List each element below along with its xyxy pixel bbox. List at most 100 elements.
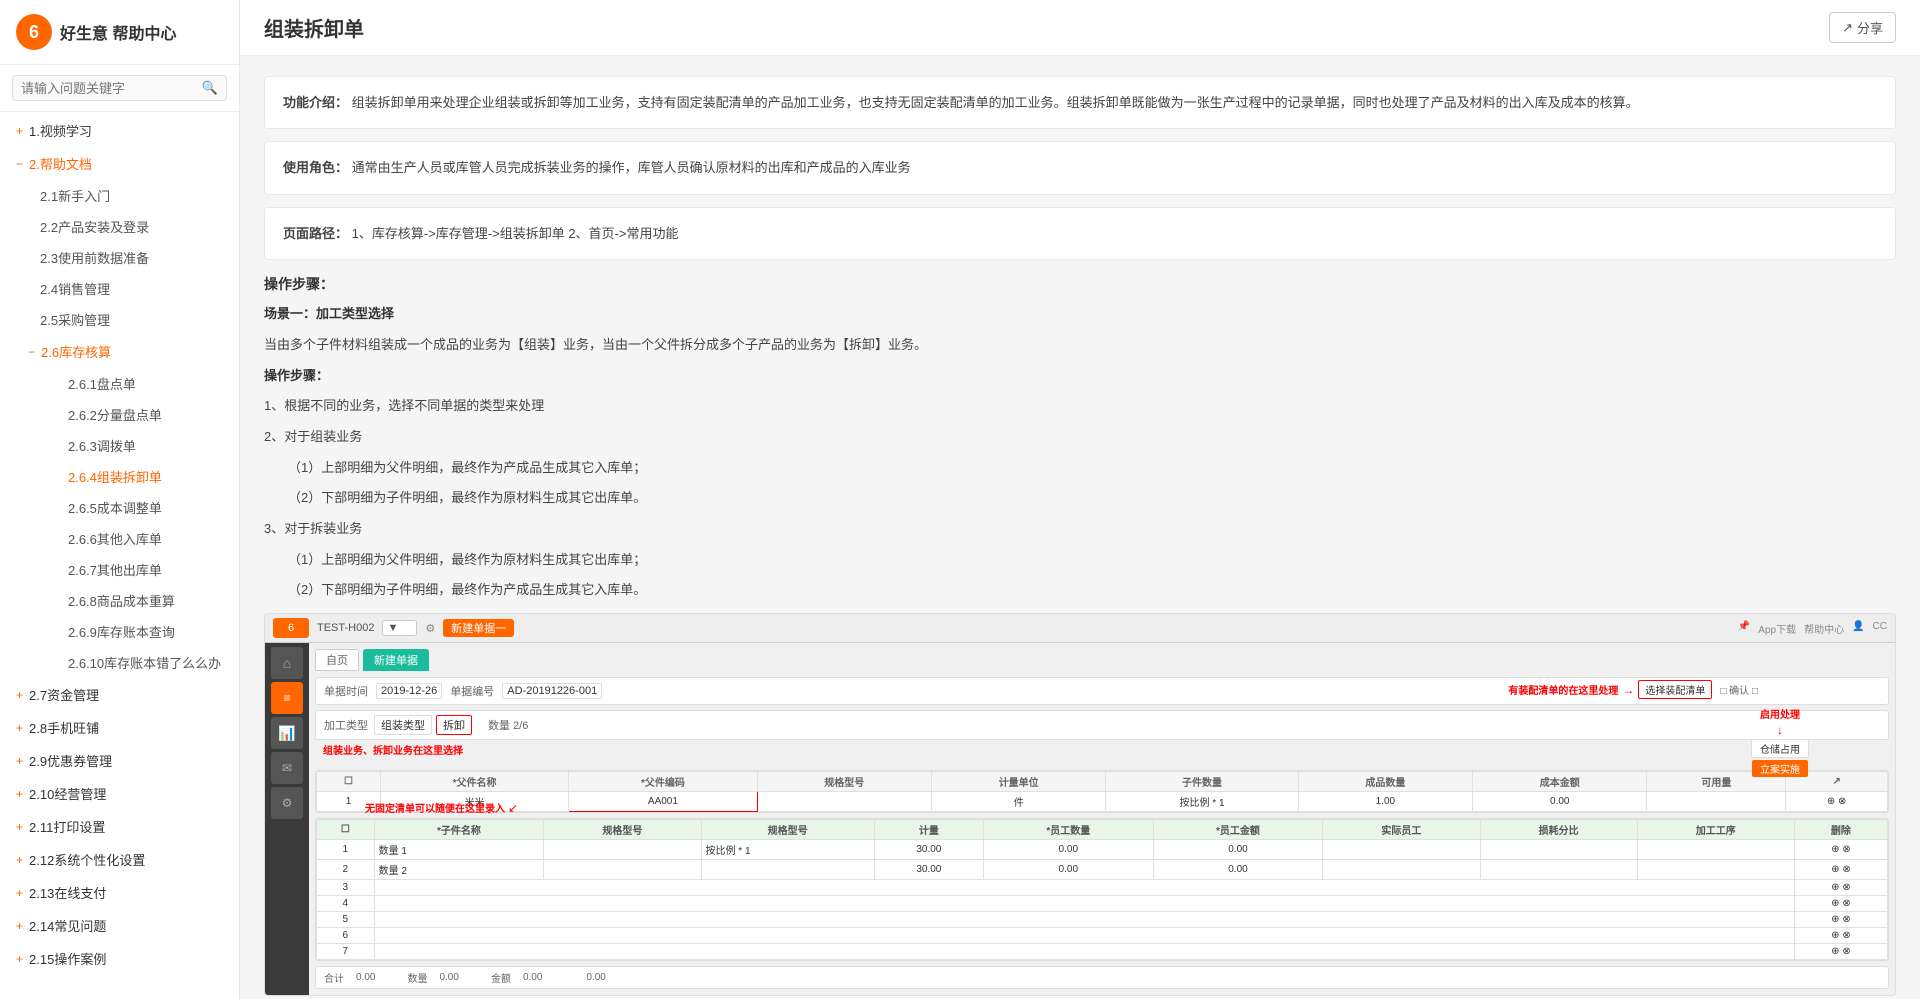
table-row: 7 ⊕ ⊗ bbox=[317, 944, 1888, 960]
sidebar-item-inventory-query[interactable]: 2.6.9库存账本查询 bbox=[56, 616, 239, 647]
collapse-icon: − bbox=[28, 345, 35, 359]
mock-td2b-amount: 0.00 bbox=[1153, 860, 1323, 880]
screenshot-mockup: 6 TEST-H002 ▼ ⚙ 新建单据一 📌 App下载 帮助中心 👤 CC bbox=[264, 613, 1896, 996]
expand-icon: + bbox=[16, 853, 23, 867]
sidebar-item-mobile[interactable]: + 2.8手机旺铺 bbox=[0, 711, 239, 744]
sidebar-item-sales[interactable]: 2.4销售管理 bbox=[28, 273, 239, 304]
sidebar-item-other-in[interactable]: 2.6.6其他入库单 bbox=[56, 523, 239, 554]
mock-sidebar-icon-chart: 📊 bbox=[271, 717, 303, 749]
mock-th2-process: 加工工序 bbox=[1637, 820, 1794, 840]
mock-table2-container: ☐ *子件名称 规格型号 规格型号 计量 *员工数量 *员工金额 bbox=[315, 818, 1889, 961]
mock-annotation-type-text: 组装业务、拆卸业务在这里选择 bbox=[323, 742, 463, 757]
mock-td2f-del[interactable]: ⊕ ⊗ bbox=[1794, 928, 1887, 944]
mock-total-val: 0.00 bbox=[356, 972, 375, 983]
mock-qty-label2: 数量 bbox=[407, 970, 427, 985]
sidebar-item-label: 2.9优惠券管理 bbox=[29, 751, 112, 770]
step3-sub1: （1）上部明细为父件明细，最终作为原材料生成其它出库单； bbox=[288, 548, 1896, 573]
mock-td2e-del[interactable]: ⊕ ⊗ bbox=[1794, 912, 1887, 928]
step2: 2、对于组装业务 bbox=[264, 425, 1896, 450]
mock-user-cc: CC bbox=[1873, 621, 1887, 636]
search-input-wrap[interactable]: 🔍 bbox=[12, 75, 227, 101]
mock-th2-amount: *员工金额 bbox=[1153, 820, 1323, 840]
sidebar-item-online-pay[interactable]: + 2.13在线支付 bbox=[0, 876, 239, 909]
intro-text: 组装拆卸单用来处理企业组装或拆卸等加工业务，支持有固定装配清单的产品加工业务，也… bbox=[352, 95, 1639, 110]
mock-td2b-del[interactable]: ⊕ ⊗ bbox=[1794, 860, 1887, 880]
mock-user-icon: 👤 bbox=[1852, 621, 1864, 636]
mock-td-finish-qty: 1.00 bbox=[1298, 792, 1472, 812]
mock-qty-val: 0.00 bbox=[439, 972, 458, 983]
mock-type-input1[interactable]: 组装类型 bbox=[374, 715, 432, 735]
sidebar-item-new-user[interactable]: 2.1新手入门 bbox=[28, 180, 239, 211]
sidebar-item-other-out[interactable]: 2.6.7其他出库单 bbox=[56, 554, 239, 585]
sidebar-item-video[interactable]: + 1.视频学习 bbox=[0, 114, 239, 147]
mock-td2g-del[interactable]: ⊕ ⊗ bbox=[1794, 944, 1887, 960]
mock-td-actions: ⊕ ⊗ bbox=[1786, 792, 1888, 812]
sidebar-item-assembly[interactable]: 2.6.4组装拆卸单 bbox=[56, 461, 239, 492]
mock-td2e-empty bbox=[374, 912, 1794, 928]
mock-td2b-actual bbox=[1323, 860, 1480, 880]
expand-icon: + bbox=[16, 820, 23, 834]
sidebar-item-stocktake[interactable]: 2.6.1盘点单 bbox=[56, 368, 239, 399]
mock-td2-spec1 bbox=[544, 840, 701, 860]
sidebar-item-cases[interactable]: + 2.15操作案例 bbox=[0, 942, 239, 975]
mock-tab-new[interactable]: 新建单据 bbox=[363, 649, 429, 671]
sidebar-item-partial-stocktake[interactable]: 2.6.2分量盘点单 bbox=[56, 399, 239, 430]
share-button[interactable]: ↗ 分享 bbox=[1829, 12, 1896, 43]
mock-type-input-selected[interactable]: 拆卸 bbox=[436, 715, 472, 735]
table-row: 5 ⊕ ⊗ bbox=[317, 912, 1888, 928]
sidebar-item-inventory[interactable]: − 2.6库存核算 bbox=[28, 335, 239, 368]
sidebar-item-finance[interactable]: + 2.7资金管理 bbox=[0, 678, 239, 711]
mock-th-cost: 成本金额 bbox=[1473, 772, 1647, 792]
mock-settings-icon: ⚙ bbox=[425, 622, 435, 635]
mock-sidebar: ⌂ ≡ 📊 ✉ ⚙ bbox=[265, 643, 309, 995]
mock-td2c-empty bbox=[374, 880, 1794, 896]
sidebar-item-purchase[interactable]: 2.5采购管理 bbox=[28, 304, 239, 335]
expand-icon: + bbox=[16, 688, 23, 702]
collapse-icon: − bbox=[16, 157, 23, 171]
mock-tab-home[interactable]: 自页 bbox=[315, 649, 359, 671]
mock-select-btn[interactable]: 选择装配清单 bbox=[1638, 680, 1712, 699]
mock-tabs-row: 自页 新建单据 bbox=[315, 649, 1889, 671]
sidebar-item-faq[interactable]: + 2.14常见问题 bbox=[0, 909, 239, 942]
search-input[interactable] bbox=[21, 81, 202, 96]
mock-td2-name: 数量 1 bbox=[374, 840, 544, 860]
sidebar-item-biz-mgmt[interactable]: + 2.10经营管理 bbox=[0, 777, 239, 810]
mock-td2c-del[interactable]: ⊕ ⊗ bbox=[1794, 880, 1887, 896]
mock-window-body: ⌂ ≡ 📊 ✉ ⚙ 自页 新建单据 bbox=[265, 643, 1895, 995]
mock-new-btn[interactable]: 新建单据一 bbox=[443, 619, 514, 637]
share-icon: ↗ bbox=[1842, 20, 1853, 36]
sidebar-item-print[interactable]: + 2.11打印设置 bbox=[0, 810, 239, 843]
mock-enable-input[interactable]: 仓储占用 bbox=[1751, 739, 1809, 758]
top-bar: 组装拆卸单 ↗ 分享 bbox=[240, 0, 1920, 56]
table-row: 6 ⊕ ⊗ bbox=[317, 928, 1888, 944]
mock-company: TEST-H002 bbox=[317, 622, 374, 634]
sidebar-item-help-docs[interactable]: − 2.帮助文档 bbox=[0, 147, 239, 180]
nav-children-inventory: 2.6.1盘点单 2.6.2分量盘点单 2.6.3调拨单 2.6.4组装拆卸单 … bbox=[28, 368, 239, 678]
sidebar-item-personalization[interactable]: + 2.12系统个性化设置 bbox=[0, 843, 239, 876]
mock-sidebar-icon-settings: ⚙ bbox=[271, 787, 303, 819]
sidebar-item-inventory-error[interactable]: 2.6.10库存账本错了么么办 bbox=[56, 647, 239, 678]
mock-td2g-empty bbox=[374, 944, 1794, 960]
sidebar-item-coupon[interactable]: + 2.9优惠券管理 bbox=[0, 744, 239, 777]
expand-icon: + bbox=[16, 952, 23, 966]
table-row: 1 米米 AA001 件 按比例 * 1 1.00 0.00 bbox=[317, 792, 1888, 812]
sidebar-item-cost-adjust[interactable]: 2.6.5成本调整单 bbox=[56, 492, 239, 523]
mock-td2b-qty: 0.00 bbox=[983, 860, 1153, 880]
sidebar-header: 6 好生意 帮助中心 bbox=[0, 0, 239, 65]
sidebar-item-cost-recalc[interactable]: 2.6.8商品成本重算 bbox=[56, 585, 239, 616]
mock-td2-del[interactable]: ⊕ ⊗ bbox=[1794, 840, 1887, 860]
sidebar-item-data-prep[interactable]: 2.3使用前数据准备 bbox=[28, 242, 239, 273]
mock-th-child-qty: 子件数量 bbox=[1106, 772, 1298, 792]
mock-th-spec: 规格型号 bbox=[757, 772, 931, 792]
mock-th2-unit: 计量 bbox=[874, 820, 983, 840]
mock-confirm-btn[interactable]: 立案实施 bbox=[1752, 760, 1808, 777]
mock-td-child-qty: 按比例 * 1 bbox=[1106, 792, 1298, 812]
mock-confirm-icon: □ 确认 □ bbox=[1720, 682, 1758, 697]
sidebar-item-transfer[interactable]: 2.6.3调拨单 bbox=[56, 430, 239, 461]
mock-td2d-del[interactable]: ⊕ ⊗ bbox=[1794, 896, 1887, 912]
expand-icon: + bbox=[16, 754, 23, 768]
sidebar-item-install[interactable]: 2.2产品安装及登录 bbox=[28, 211, 239, 242]
role-block: 使用角色： 通常由生产人员或库管人员完成拆装业务的操作，库管人员确认原材料的出库… bbox=[264, 141, 1896, 194]
mock-type-bar: 加工类型 组装类型 拆卸 数量 2/6 bbox=[315, 710, 1889, 740]
mock-td2d-num: 4 bbox=[317, 896, 375, 912]
